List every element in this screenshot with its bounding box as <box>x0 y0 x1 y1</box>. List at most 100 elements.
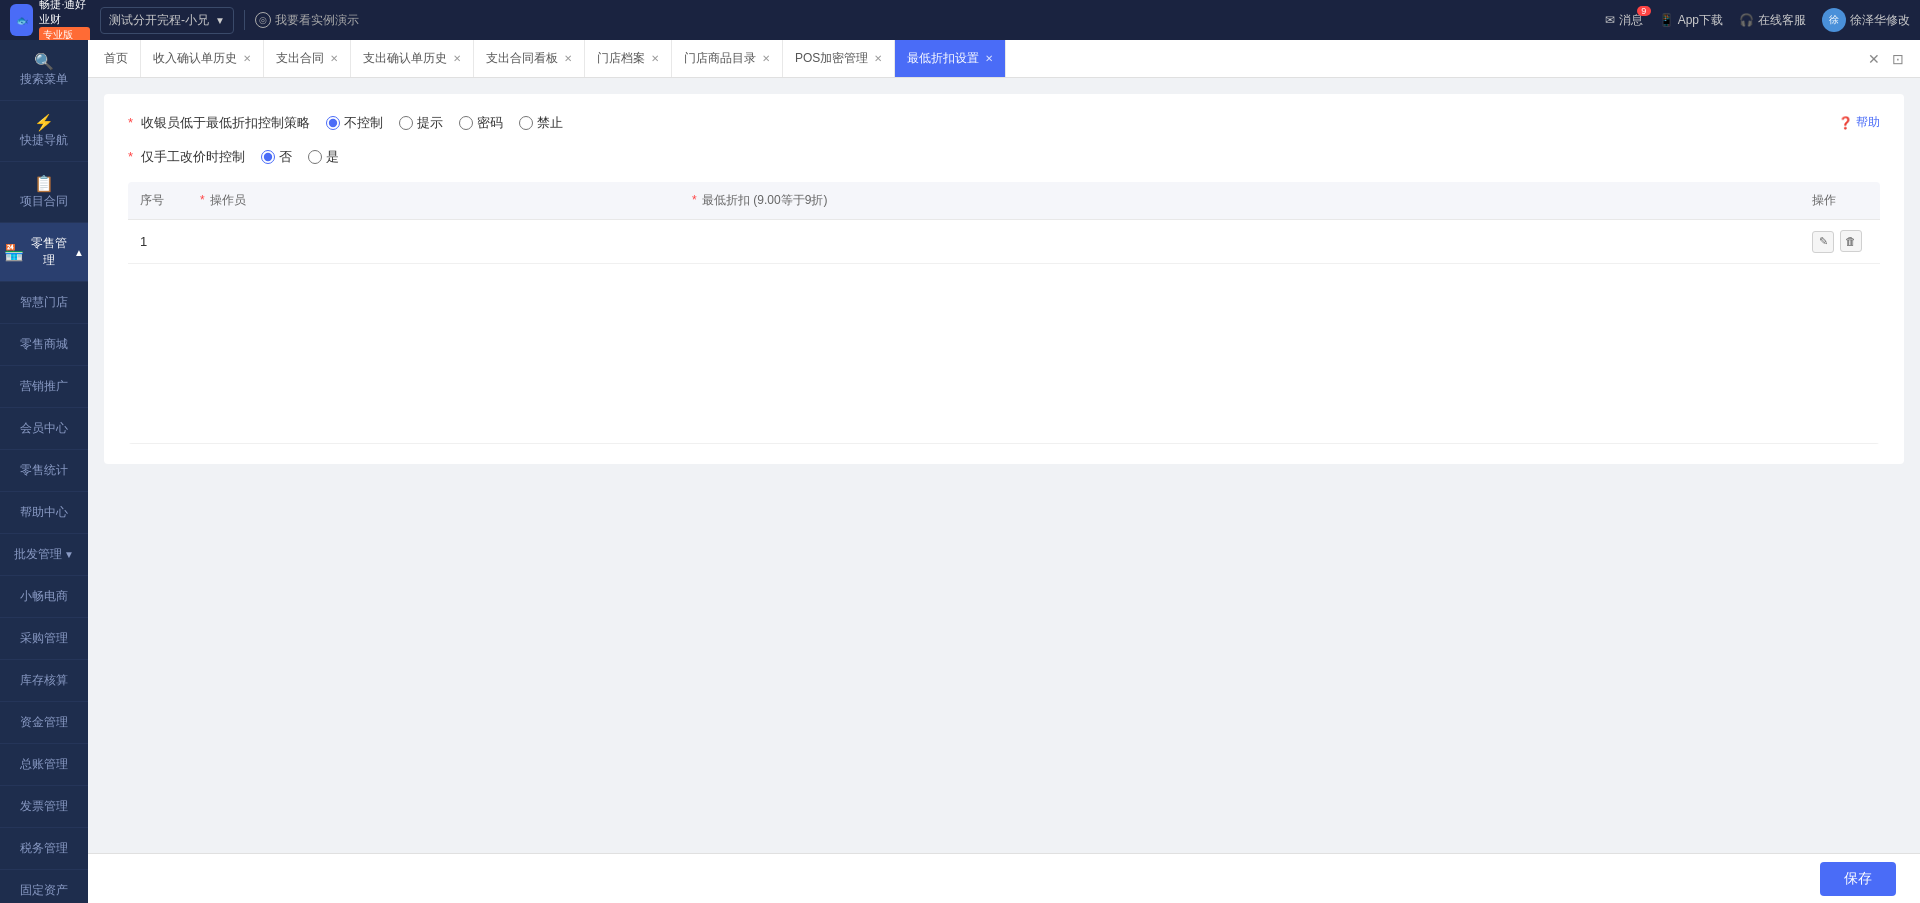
help-link[interactable]: ❓ 帮助 <box>1838 114 1880 131</box>
radio-forbid-input[interactable] <box>519 116 533 130</box>
sidebar-item-inventory[interactable]: 库存核算 <box>0 660 88 702</box>
discount-policy-label: * 收银员低于最低折扣控制策略 <box>128 114 310 132</box>
tab-actions: ✕ ⊡ <box>1856 49 1916 69</box>
avatar: 徐 <box>1822 8 1846 32</box>
tab-pos-manage[interactable]: POS加密管理 ✕ <box>783 40 895 78</box>
project-name: 测试分开完程-小兄 <box>109 12 209 29</box>
question-icon: ❓ <box>1838 116 1853 130</box>
edit-row-button[interactable]: ✎ <box>1812 231 1834 253</box>
tab-payment-board-close[interactable]: ✕ <box>564 53 572 64</box>
tab-min-discount-close[interactable]: ✕ <box>985 53 993 64</box>
tab-store-file[interactable]: 门店档案 ✕ <box>585 40 672 78</box>
user-profile-button[interactable]: 徐 徐泽华修改 <box>1822 8 1910 32</box>
sidebar-item-tax[interactable]: 税务管理 <box>0 828 88 870</box>
chevron-down-icon: ▼ <box>215 15 225 26</box>
th-seq: 序号 <box>128 182 188 220</box>
discount-table-card: 序号 * 操作员 * 最低折扣 (9.00等于9折) <box>128 182 1880 444</box>
cell-action: ✎ 🗑 <box>1800 220 1880 264</box>
tab-store-products[interactable]: 门店商品目录 ✕ <box>672 40 783 78</box>
tab-payment-contract-close[interactable]: ✕ <box>330 53 338 64</box>
app-download-button[interactable]: 📱 App下载 <box>1659 12 1723 29</box>
demo-button[interactable]: ◎ 我要看实例演示 <box>255 12 359 29</box>
cell-seq: 1 <box>128 220 188 264</box>
tab-min-discount[interactable]: 最低折扣设置 ✕ <box>895 40 1006 78</box>
radio-password[interactable]: 密码 <box>459 114 503 132</box>
table-row: 1 ✎ 🗑 <box>128 220 1880 264</box>
th-action: 操作 <box>1800 182 1880 220</box>
tab-payment-board[interactable]: 支出合同看板 ✕ <box>474 40 585 78</box>
tab-store-products-close[interactable]: ✕ <box>762 53 770 64</box>
tab-payment-confirm-label: 支出确认单历史 <box>363 50 447 67</box>
cell-operator <box>188 220 680 264</box>
radio-no-control[interactable]: 不控制 <box>326 114 383 132</box>
tab-close-button[interactable]: ✕ <box>1864 49 1884 69</box>
tab-home-label: 首页 <box>104 50 128 67</box>
tab-income-confirm-close[interactable]: ✕ <box>243 53 251 64</box>
sidebar-item-project[interactable]: 📋 项目合同 <box>0 162 88 223</box>
tab-store-file-close[interactable]: ✕ <box>651 53 659 64</box>
tab-min-discount-label: 最低折扣设置 <box>907 50 979 67</box>
tab-payment-confirm-close[interactable]: ✕ <box>453 53 461 64</box>
sidebar-item-retail[interactable]: 🏪 零售管理 ▲ <box>0 223 88 282</box>
messages-badge: 9 <box>1637 6 1651 16</box>
sidebar-item-member[interactable]: 会员中心 <box>0 408 88 450</box>
app-download-label: App下载 <box>1678 12 1723 29</box>
radio-yes[interactable]: 是 <box>308 148 339 166</box>
message-icon: ✉ <box>1605 13 1615 27</box>
sidebar-item-purchase[interactable]: 采购管理 <box>0 618 88 660</box>
sidebar-item-ecommerce[interactable]: 小畅电商 <box>0 576 88 618</box>
sidebar-item-retail-mall[interactable]: 零售商城 <box>0 324 88 366</box>
chevron-up-icon: ▲ <box>74 247 84 258</box>
settings-form-card: * 收银员低于最低折扣控制策略 不控制 提示 <box>104 94 1904 464</box>
tab-maximize-button[interactable]: ⊡ <box>1888 49 1908 69</box>
radio-no-input[interactable] <box>261 150 275 164</box>
sidebar-item-capital[interactable]: 资金管理 <box>0 702 88 744</box>
manual-price-row: * 仅手工改价时控制 否 是 <box>128 148 1838 166</box>
sidebar-item-marketing[interactable]: 营销推广 <box>0 366 88 408</box>
radio-hint-input[interactable] <box>399 116 413 130</box>
chevron-down-icon: ▼ <box>64 549 74 560</box>
tab-payment-board-label: 支出合同看板 <box>486 50 558 67</box>
online-service-button[interactable]: 🎧 在线客服 <box>1739 12 1806 29</box>
radio-hint[interactable]: 提示 <box>399 114 443 132</box>
sidebar-item-shortcut[interactable]: ⚡ 快捷导航 <box>0 101 88 162</box>
project-selector[interactable]: 测试分开完程-小兄 ▼ <box>100 7 234 34</box>
sidebar-item-ledger[interactable]: 总账管理 <box>0 744 88 786</box>
th-operator: * 操作员 <box>188 182 680 220</box>
radio-password-input[interactable] <box>459 116 473 130</box>
tab-income-confirm[interactable]: 收入确认单历史 ✕ <box>141 40 264 78</box>
cell-discount <box>680 220 1800 264</box>
demo-icon: ◎ <box>255 12 271 28</box>
sidebar-item-invoice[interactable]: 发票管理 <box>0 786 88 828</box>
bottom-bar: 保存 <box>88 853 1920 903</box>
headset-icon: 🎧 <box>1739 13 1754 27</box>
tab-payment-contract-label: 支出合同 <box>276 50 324 67</box>
tab-payment-confirm[interactable]: 支出确认单历史 ✕ <box>351 40 474 78</box>
demo-text: 我要看实例演示 <box>275 12 359 29</box>
logo-text: 畅捷·通好业财 <box>39 0 90 27</box>
tab-payment-contract[interactable]: 支出合同 ✕ <box>264 40 351 78</box>
main-layout: 🔍 搜索菜单 ⚡ 快捷导航 📋 项目合同 🏪 零售管理 ▲ 智慧门店 零售商城 … <box>0 40 1920 903</box>
radio-no[interactable]: 否 <box>261 148 292 166</box>
sidebar-item-search[interactable]: 🔍 搜索菜单 <box>0 40 88 101</box>
sidebar-item-smart-store[interactable]: 智慧门店 <box>0 282 88 324</box>
messages-button[interactable]: ✉ 消息 9 <box>1605 12 1643 29</box>
retail-icon: 🏪 <box>4 243 24 262</box>
tab-income-confirm-label: 收入确认单历史 <box>153 50 237 67</box>
empty-row <box>128 263 1880 443</box>
navigation-icon: ⚡ <box>4 113 84 132</box>
sidebar: 🔍 搜索菜单 ⚡ 快捷导航 📋 项目合同 🏪 零售管理 ▲ 智慧门店 零售商城 … <box>0 40 88 903</box>
manual-price-label: * 仅手工改价时控制 <box>128 148 245 166</box>
radio-no-control-input[interactable] <box>326 116 340 130</box>
save-button[interactable]: 保存 <box>1820 862 1896 896</box>
sidebar-item-retail-stats[interactable]: 零售统计 <box>0 450 88 492</box>
sidebar-item-fixed-assets[interactable]: 固定资产 <box>0 870 88 903</box>
radio-forbid[interactable]: 禁止 <box>519 114 563 132</box>
tab-pos-manage-close[interactable]: ✕ <box>874 53 882 64</box>
discount-policy-row: * 收银员低于最低折扣控制策略 不控制 提示 <box>128 114 1838 132</box>
delete-row-button[interactable]: 🗑 <box>1840 230 1862 252</box>
radio-yes-input[interactable] <box>308 150 322 164</box>
sidebar-item-wholesale[interactable]: 批发管理 ▼ <box>0 534 88 576</box>
tab-home[interactable]: 首页 <box>92 40 141 78</box>
sidebar-item-help[interactable]: 帮助中心 <box>0 492 88 534</box>
